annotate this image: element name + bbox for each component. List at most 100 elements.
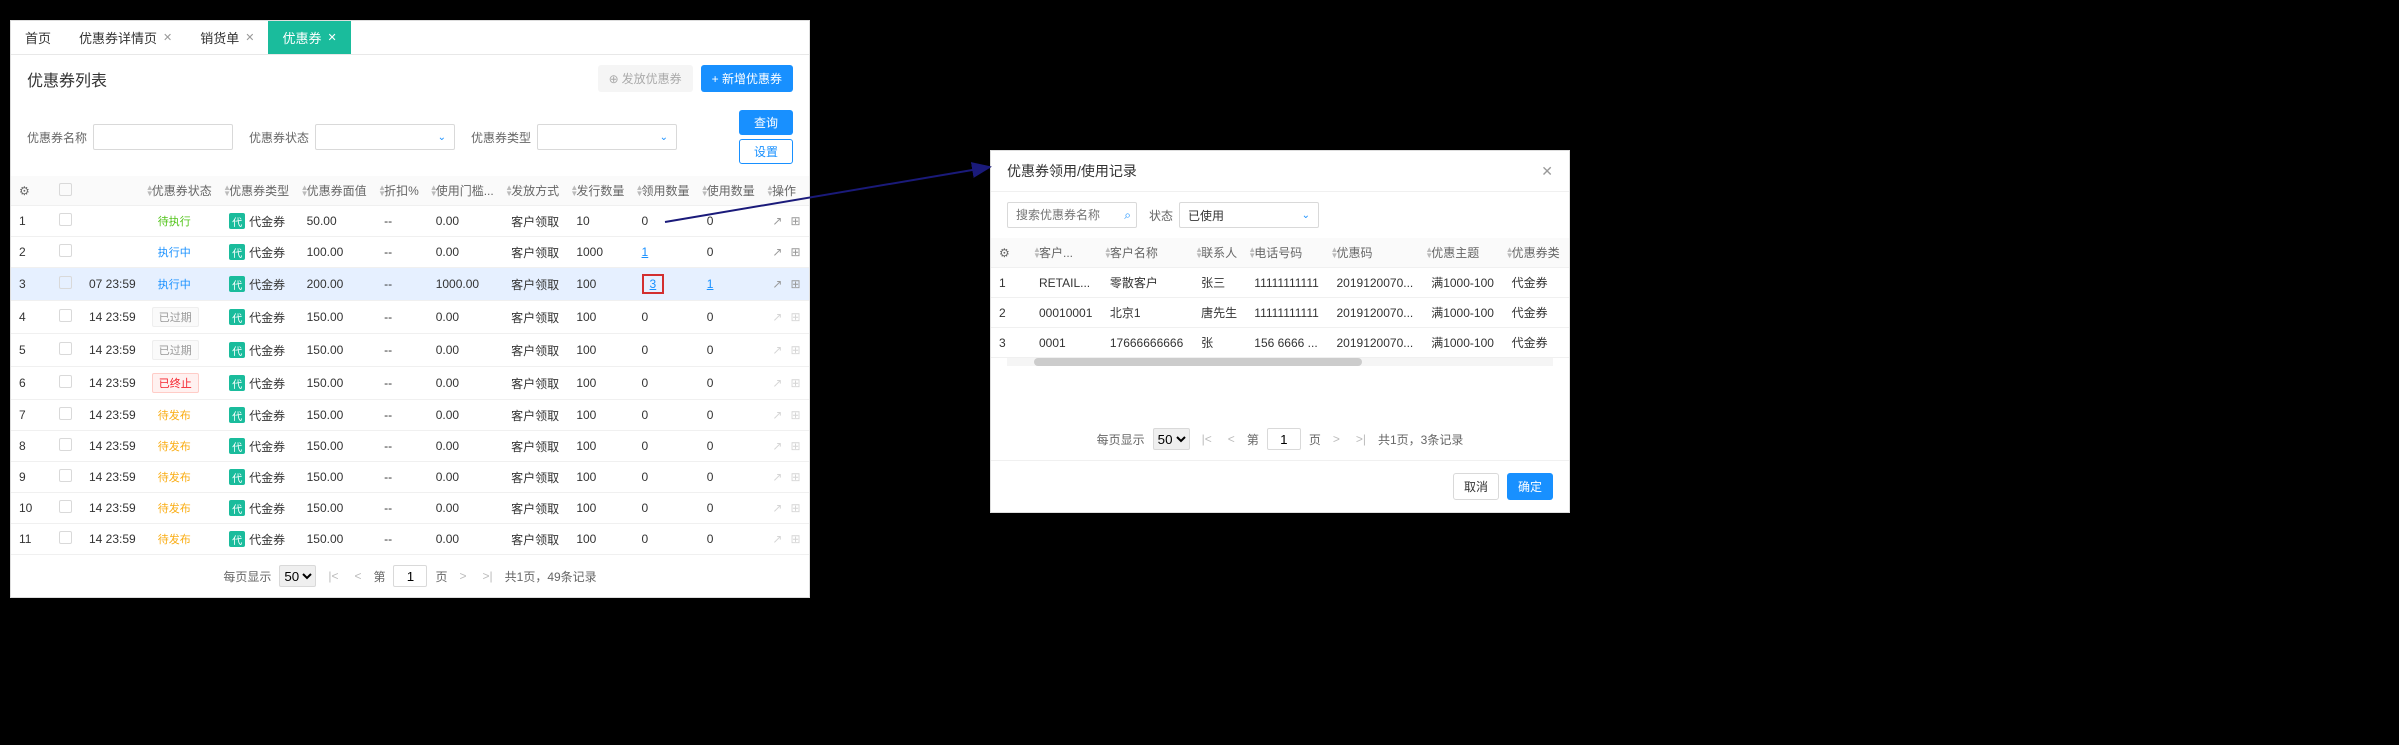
page-input[interactable]: [393, 565, 427, 587]
table-row[interactable]: 714 23:59待发布代代金券150.00--0.00客户领取10000↗⊞: [11, 400, 809, 431]
confirm-button[interactable]: 确定: [1507, 473, 1553, 500]
column-header[interactable]: ▲▼领用数量: [634, 176, 699, 206]
column-header[interactable]: ▲▼优惠券状态: [144, 176, 221, 206]
filter-name: 优惠券名称: [27, 124, 233, 150]
distribute-coupon-button[interactable]: ⊕发放优惠券: [598, 65, 693, 92]
share-icon[interactable]: ↗: [772, 408, 782, 422]
row-checkbox: [59, 244, 72, 257]
add-coupon-button[interactable]: + 新增优惠券: [701, 65, 793, 92]
qr-icon[interactable]: ⊞: [790, 277, 800, 291]
share-icon[interactable]: ↗: [772, 470, 782, 484]
coupon-status-select[interactable]: ⌄: [315, 124, 455, 150]
modal-header: 优惠券领用/使用记录 ✕: [991, 151, 1569, 192]
share-icon[interactable]: ↗: [772, 439, 782, 453]
qr-icon[interactable]: ⊞: [790, 408, 800, 422]
page-title: 优惠券列表: [27, 67, 107, 91]
coupon-name-input[interactable]: [93, 124, 233, 150]
search-icon[interactable]: ⌕: [1124, 208, 1131, 223]
prev-page-button[interactable]: <: [350, 567, 365, 585]
column-header[interactable]: ▲▼发行数量: [568, 176, 633, 206]
table-row[interactable]: 200010001北京1唐先生111111111112019120070...满…: [991, 298, 1569, 328]
table-row[interactable]: 3000117666666666张156 6666 ...2019120070.…: [991, 328, 1569, 358]
column-header[interactable]: ▲▼优惠券类型: [221, 176, 298, 206]
last-page-button[interactable]: >|: [479, 567, 497, 585]
column-header[interactable]: ▲▼优惠码: [1329, 238, 1424, 268]
qr-icon[interactable]: ⊞: [790, 501, 800, 515]
qr-icon[interactable]: ⊞: [790, 532, 800, 546]
table-row[interactable]: 614 23:59已终止代代金券150.00--0.00客户领取10000↗⊞: [11, 367, 809, 400]
take-count-link[interactable]: 1: [642, 245, 649, 259]
gear-col[interactable]: ⚙: [11, 176, 51, 206]
close-icon[interactable]: ✕: [163, 31, 172, 44]
table-row[interactable]: 2执行中代代金券100.00--0.00客户领取100010↗⊞: [11, 237, 809, 268]
share-icon[interactable]: ↗: [772, 343, 782, 357]
modal-search-input[interactable]: [1007, 202, 1137, 228]
next-page-button[interactable]: >: [456, 567, 471, 585]
tab[interactable]: 优惠券详情页✕: [65, 21, 186, 54]
share-icon[interactable]: ↗: [772, 501, 782, 515]
share-icon[interactable]: ↗: [772, 310, 782, 324]
modal-prev-page-button[interactable]: <: [1224, 430, 1239, 448]
column-header[interactable]: ▲▼电话号码: [1246, 238, 1328, 268]
qr-icon[interactable]: ⊞: [790, 439, 800, 453]
table-row[interactable]: 914 23:59待发布代代金券150.00--0.00客户领取10000↗⊞: [11, 462, 809, 493]
settings-button[interactable]: 设置: [739, 139, 793, 164]
query-button[interactable]: 查询: [739, 110, 793, 135]
table-row[interactable]: 1待执行代代金券50.00--0.00客户领取1000↗⊞: [11, 206, 809, 237]
modal-first-page-button[interactable]: |<: [1198, 430, 1216, 448]
qr-icon[interactable]: ⊞: [790, 376, 800, 390]
column-header[interactable]: ▲▼客户...: [1031, 238, 1102, 268]
column-header[interactable]: ▲▼操作: [764, 176, 809, 206]
table-row[interactable]: 1RETAIL...零散客户张三111111111112019120070...…: [991, 268, 1569, 298]
column-header[interactable]: ▲▼折扣%: [376, 176, 428, 206]
tab[interactable]: 销货单✕: [186, 21, 268, 54]
modal-last-page-button[interactable]: >|: [1352, 430, 1370, 448]
table-row[interactable]: 414 23:59已过期代代金券150.00--0.00客户领取10000↗⊞: [11, 301, 809, 334]
cancel-button[interactable]: 取消: [1453, 473, 1499, 500]
qr-icon[interactable]: ⊞: [790, 310, 800, 324]
table-row[interactable]: 1014 23:59待发布代代金券150.00--0.00客户领取10000↗⊞: [11, 493, 809, 524]
coupon-type-select[interactable]: ⌄: [537, 124, 677, 150]
column-header[interactable]: ▲▼使用门槛...: [428, 176, 503, 206]
table-row[interactable]: 514 23:59已过期代代金券150.00--0.00客户领取10000↗⊞: [11, 334, 809, 367]
close-icon[interactable]: ✕: [1541, 163, 1553, 180]
column-header[interactable]: ▲▼发放方式: [503, 176, 568, 206]
first-page-button[interactable]: |<: [324, 567, 342, 585]
table-row[interactable]: 814 23:59待发布代代金券150.00--0.00客户领取10000↗⊞: [11, 431, 809, 462]
modal-next-page-button[interactable]: >: [1329, 430, 1344, 448]
table-row[interactable]: 1114 23:59待发布代代金券150.00--0.00客户领取10000↗⊞: [11, 524, 809, 555]
table-row[interactable]: 307 23:59执行中代代金券200.00--1000.00客户领取10031…: [11, 268, 809, 301]
column-header[interactable]: ▲▼优惠券类: [1504, 238, 1569, 268]
select-all-col[interactable]: [51, 176, 81, 206]
modal-per-page-select[interactable]: 50: [1153, 428, 1190, 450]
column-header[interactable]: ▲▼使用数量: [699, 176, 764, 206]
row-checkbox: [59, 469, 72, 482]
qr-icon[interactable]: ⊞: [790, 343, 800, 357]
close-icon[interactable]: ✕: [328, 31, 337, 44]
use-count-link[interactable]: 1: [707, 277, 714, 291]
share-icon[interactable]: ↗: [772, 376, 782, 390]
row-checkbox: [59, 213, 72, 226]
tab[interactable]: 优惠券✕: [268, 21, 350, 54]
share-icon[interactable]: ↗: [772, 532, 782, 546]
take-count-link[interactable]: 3: [650, 277, 657, 291]
gear-col[interactable]: ⚙: [991, 238, 1031, 268]
coupon-list-panel: 首页优惠券详情页✕销货单✕优惠券✕ 优惠券列表 ⊕发放优惠券 + 新增优惠券 优…: [10, 20, 810, 598]
share-icon[interactable]: ↗: [772, 245, 782, 259]
share-icon[interactable]: ↗: [772, 277, 782, 291]
qr-icon[interactable]: ⊞: [790, 214, 800, 228]
filter-type: 优惠券类型 ⌄: [471, 124, 677, 150]
horizontal-scrollbar[interactable]: [1007, 358, 1553, 366]
modal-status-select[interactable]: 已使用⌄: [1179, 202, 1319, 228]
qr-icon[interactable]: ⊞: [790, 245, 800, 259]
tab[interactable]: 首页: [11, 21, 65, 54]
column-header[interactable]: ▲▼联系人: [1193, 238, 1246, 268]
per-page-select[interactable]: 50: [279, 565, 316, 587]
column-header[interactable]: ▲▼优惠主题: [1423, 238, 1503, 268]
qr-icon[interactable]: ⊞: [790, 470, 800, 484]
share-icon[interactable]: ↗: [772, 214, 782, 228]
close-icon[interactable]: ✕: [245, 31, 254, 44]
modal-page-input[interactable]: [1267, 428, 1301, 450]
column-header[interactable]: ▲▼优惠券面值: [299, 176, 376, 206]
column-header[interactable]: ▲▼客户名称: [1102, 238, 1193, 268]
